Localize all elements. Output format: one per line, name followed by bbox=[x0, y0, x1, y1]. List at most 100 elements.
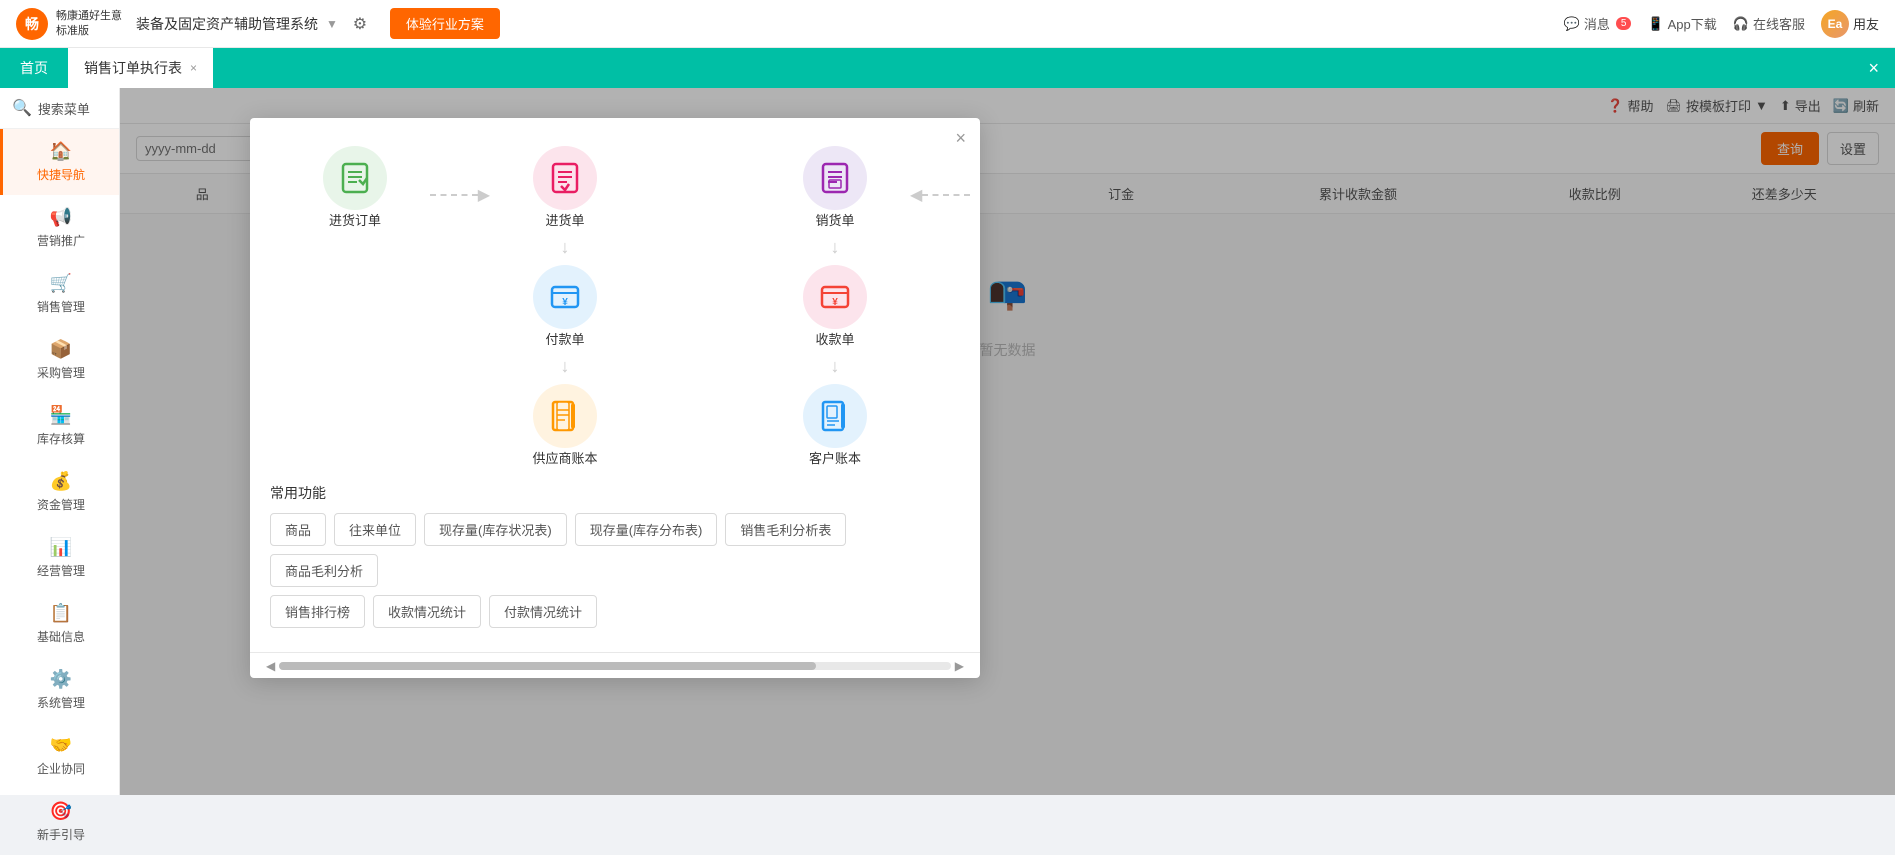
search-menu[interactable]: 🔍 搜索菜单 bbox=[0, 88, 119, 129]
logo-text: 畅康通好生意 标准版 bbox=[56, 9, 122, 38]
flow-purchase-bill[interactable]: 进货单 bbox=[490, 146, 640, 229]
system-title: 装备及固定资产辅助管理系统 bbox=[136, 14, 318, 34]
receipt-bill-circle: ¥ bbox=[803, 265, 867, 329]
sidebar-item-basic-info[interactable]: 📋 基础信息 bbox=[0, 591, 119, 657]
purchase-bill-label: 进货单 bbox=[545, 210, 584, 229]
sidebar-item-purchase[interactable]: 📦 采购管理 bbox=[0, 327, 119, 393]
purchase-icon: 📦 bbox=[50, 339, 72, 360]
arrow-down-sales: ↓ bbox=[760, 229, 910, 265]
top-header: 畅 畅康通好生意 标准版 装备及固定资产辅助管理系统 ▼ ⚙ 体验行业方案 💬 … bbox=[0, 0, 1895, 48]
cf-btn-goods-profit[interactable]: 商品毛利分析 bbox=[270, 554, 378, 587]
cf-btn-parties[interactable]: 往来单位 bbox=[334, 513, 416, 546]
enterprise-icon: 🤝 bbox=[50, 735, 72, 756]
sidebar-item-quick-nav[interactable]: 🏠 快捷导航 bbox=[0, 129, 119, 195]
window-close-icon[interactable]: × bbox=[1868, 58, 1879, 79]
cf-btn-payment-stats[interactable]: 付款情况统计 bbox=[489, 595, 597, 628]
purchase-bill-circle bbox=[533, 146, 597, 210]
customer-ledger-label: 客户账本 bbox=[809, 448, 861, 467]
main-layout: 🔍 搜索菜单 🏠 快捷导航 📢 营销推广 🛒 销售管理 📦 采购管理 🏪 库存核… bbox=[0, 88, 1895, 795]
guide-icon: 🎯 bbox=[50, 801, 72, 822]
flow-receipt-bill[interactable]: ¥ 收款单 bbox=[760, 265, 910, 348]
flow-arrows-row: ↓ ↓ bbox=[250, 229, 980, 265]
inventory-icon: 🏪 bbox=[50, 405, 72, 426]
common-functions: 常用功能 商品 往来单位 现存量(库存状况表) 现存量(库存分布表) 销售毛利分… bbox=[250, 483, 980, 652]
settings-icon[interactable]: ⚙ bbox=[346, 10, 374, 38]
app-download-item[interactable]: 📱 App下载 bbox=[1647, 14, 1716, 33]
arrow-2: ◀ bbox=[910, 185, 970, 229]
modal-scrollbar: ◀ ▶ bbox=[250, 652, 980, 678]
svg-text:¥: ¥ bbox=[562, 297, 568, 308]
cf-btn-goods[interactable]: 商品 bbox=[270, 513, 326, 546]
scroll-right-icon[interactable]: ▶ bbox=[955, 659, 964, 673]
flow-payment-bill[interactable]: ¥ 付款单 bbox=[490, 265, 640, 348]
sidebar-item-enterprise[interactable]: 🤝 企业协同 bbox=[0, 723, 119, 789]
system-icon: ⚙️ bbox=[50, 669, 72, 690]
cf-buttons-row1: 商品 往来单位 现存量(库存状况表) 现存量(库存分布表) 销售毛利分析表 商品… bbox=[270, 513, 960, 587]
sidebar: 🔍 搜索菜单 🏠 快捷导航 📢 营销推广 🛒 销售管理 📦 采购管理 🏪 库存核… bbox=[0, 88, 120, 795]
cf-btn-sales-profit[interactable]: 销售毛利分析表 bbox=[725, 513, 846, 546]
flow-top-row: 进货订单 ▶ 进货单 bbox=[250, 118, 980, 229]
logo-icon: 畅 bbox=[16, 8, 48, 40]
tab-bar: 首页 销售订单执行表 × × bbox=[0, 48, 1895, 88]
purchase-order-circle bbox=[323, 146, 387, 210]
receipt-bill-label: 收款单 bbox=[815, 329, 854, 348]
supplier-ledger-circle bbox=[533, 384, 597, 448]
message-item[interactable]: 💬 消息 5 bbox=[1564, 14, 1632, 33]
cf-btn-sales-rank[interactable]: 销售排行榜 bbox=[270, 595, 365, 628]
online-service-item[interactable]: 🎧 在线客服 bbox=[1733, 14, 1805, 33]
home-icon: 🏠 bbox=[50, 141, 72, 162]
sidebar-item-system[interactable]: ⚙️ 系统管理 bbox=[0, 657, 119, 723]
scrollbar-track[interactable] bbox=[279, 662, 951, 670]
cf-btn-receipt-stats[interactable]: 收款情况统计 bbox=[373, 595, 481, 628]
sidebar-item-inventory[interactable]: 🏪 库存核算 bbox=[0, 393, 119, 459]
flow-sales-bill[interactable]: 销货单 bbox=[760, 146, 910, 229]
headset-icon: 🎧 bbox=[1733, 16, 1749, 32]
arrow-1: ▶ bbox=[430, 185, 490, 229]
cf-btn-stock-dist[interactable]: 现存量(库存分布表) bbox=[575, 513, 718, 546]
trial-button[interactable]: 体验行业方案 bbox=[390, 8, 500, 39]
user-name-label: 用友 bbox=[1853, 14, 1879, 33]
flow-sales-order[interactable]: 销售订单 bbox=[970, 146, 980, 229]
quick-nav-modal: × 进货订单 ▶ bbox=[250, 118, 980, 678]
flow-customer-ledger[interactable]: 客户账本 bbox=[760, 384, 910, 467]
sidebar-item-guide[interactable]: 🎯 新手引导 bbox=[0, 789, 119, 855]
search-icon: 🔍 bbox=[12, 98, 32, 118]
svg-text:¥: ¥ bbox=[832, 297, 838, 308]
arrow-down-payment: ↓ bbox=[490, 348, 640, 384]
marketing-icon: 📢 bbox=[50, 207, 72, 228]
content-area: ❓ 帮助 🖨 按模板打印 ▼ ⬆ 导出 🔄 刷新 bbox=[120, 88, 1895, 795]
finance-icon: 💰 bbox=[50, 471, 72, 492]
flow-arrows-row2: ↓ ↓ bbox=[250, 348, 980, 384]
avatar: Ea bbox=[1821, 10, 1849, 38]
supplier-ledger-label: 供应商账本 bbox=[532, 448, 597, 467]
sales-icon: 🛒 bbox=[50, 273, 72, 294]
sidebar-item-finance[interactable]: 💰 资金管理 bbox=[0, 459, 119, 525]
logo-area: 畅 畅康通好生意 标准版 bbox=[16, 8, 136, 40]
modal-close-button[interactable]: × bbox=[955, 128, 966, 149]
sales-bill-label: 销货单 bbox=[815, 210, 854, 229]
basic-info-icon: 📋 bbox=[50, 603, 72, 624]
scrollbar-thumb bbox=[279, 662, 816, 670]
tab-close-icon[interactable]: × bbox=[190, 61, 197, 75]
user-area[interactable]: Ea 用友 bbox=[1821, 10, 1879, 38]
header-right: 💬 消息 5 📱 App下载 🎧 在线客服 Ea 用友 bbox=[1564, 10, 1879, 38]
flow-purchase-order[interactable]: 进货订单 bbox=[280, 146, 430, 229]
sidebar-item-sales[interactable]: 🛒 销售管理 bbox=[0, 261, 119, 327]
message-icon: 💬 bbox=[1564, 16, 1580, 32]
system-title-area: 装备及固定资产辅助管理系统 ▼ ⚙ 体验行业方案 bbox=[136, 8, 1564, 39]
cf-btn-stock-status[interactable]: 现存量(库存状况表) bbox=[424, 513, 567, 546]
cf-buttons-row2: 销售排行榜 收款情况统计 付款情况统计 bbox=[270, 595, 960, 628]
sales-bill-circle bbox=[803, 146, 867, 210]
tab-sales-order[interactable]: 销售订单执行表 × bbox=[68, 48, 213, 88]
arrow-down-purchase: ↓ bbox=[490, 229, 640, 265]
tab-home[interactable]: 首页 bbox=[0, 48, 68, 88]
system-dropdown-icon[interactable]: ▼ bbox=[326, 17, 338, 31]
flow-supplier-ledger[interactable]: 供应商账本 bbox=[490, 384, 640, 467]
sidebar-item-operations[interactable]: 📊 经营管理 bbox=[0, 525, 119, 591]
modal-overlay: × 进货订单 ▶ bbox=[120, 88, 1895, 795]
scroll-left-icon[interactable]: ◀ bbox=[266, 659, 275, 673]
phone-icon: 📱 bbox=[1647, 16, 1663, 32]
message-badge: 5 bbox=[1616, 17, 1632, 30]
sidebar-item-marketing[interactable]: 📢 营销推广 bbox=[0, 195, 119, 261]
operations-icon: 📊 bbox=[50, 537, 72, 558]
